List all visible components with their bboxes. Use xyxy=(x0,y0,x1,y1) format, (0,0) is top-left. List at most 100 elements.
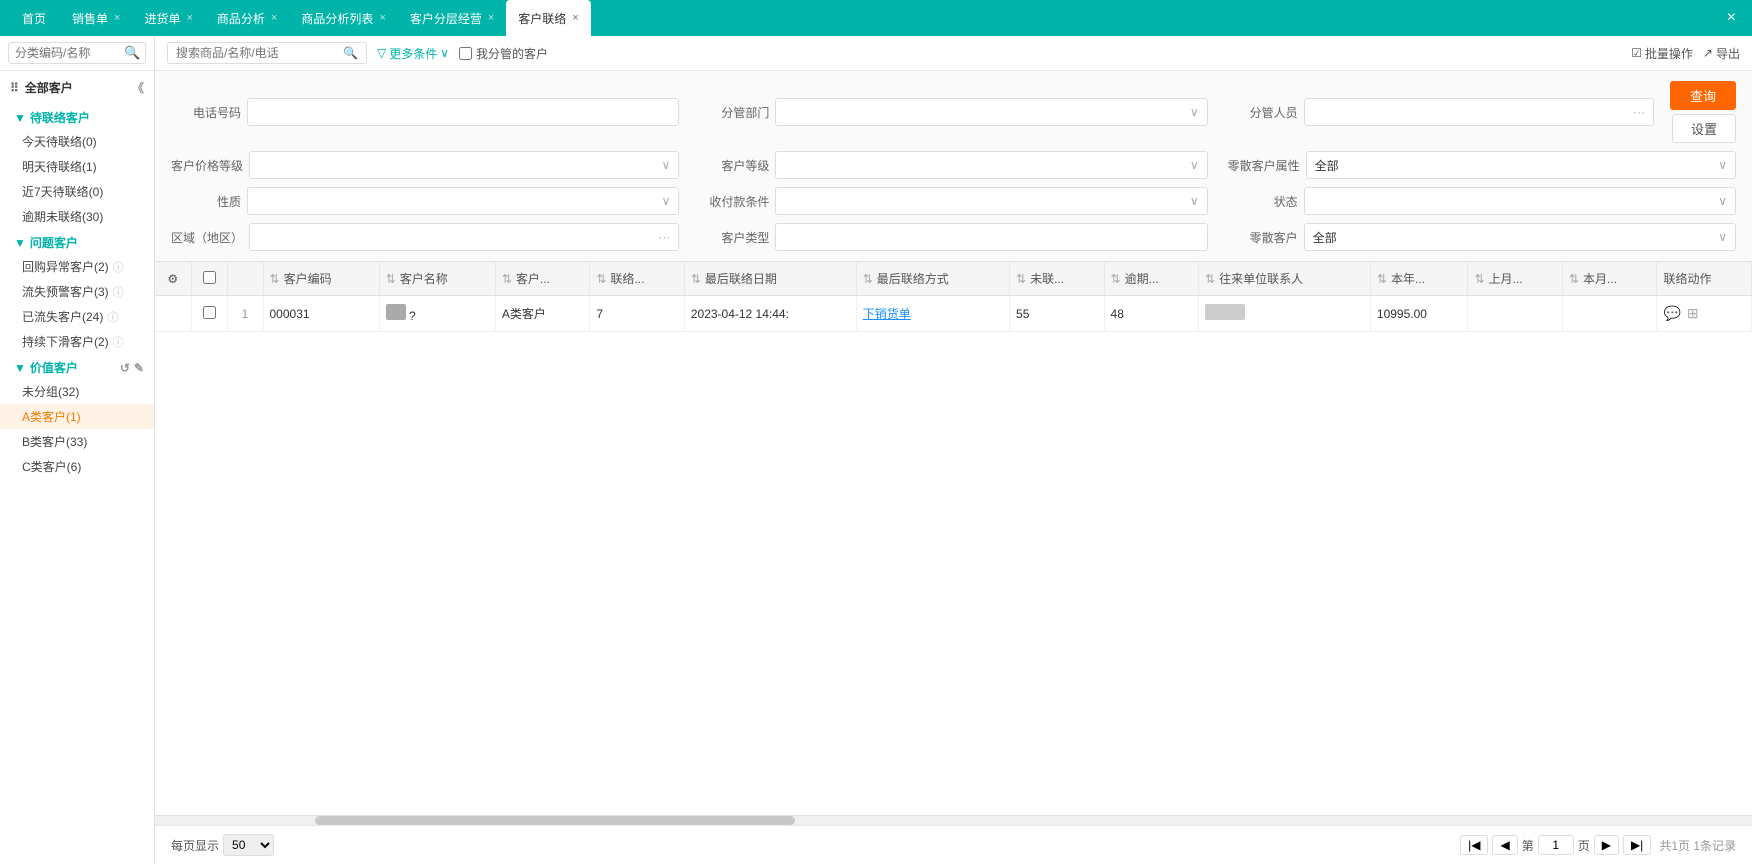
sidebar-item-declining[interactable]: 持续下滑客户(2) ⓘ xyxy=(0,329,154,354)
more-conditions-button[interactable]: ▽ 更多条件 ∨ xyxy=(377,45,449,62)
my-customers-checkbox[interactable]: 我分管的客户 xyxy=(459,45,548,62)
filter-input-payment[interactable]: ∨ xyxy=(775,187,1207,215)
tab-customer-contact-close[interactable]: × xyxy=(572,12,578,24)
sort-icon-contact[interactable]: ⇅ xyxy=(596,272,606,286)
chevron-icon-8: ∨ xyxy=(1718,230,1727,244)
export-button[interactable]: ↗ 导出 xyxy=(1703,45,1740,62)
sidebar-item-churn-warning[interactable]: 流失预警客户(3) ⓘ xyxy=(0,279,154,304)
sort-icon-code[interactable]: ⇅ xyxy=(270,272,280,286)
horizontal-scrollbar[interactable] xyxy=(155,815,1752,825)
filter-input-phone[interactable] xyxy=(247,98,679,126)
row-checkbox-cell[interactable] xyxy=(191,296,227,332)
tab-sales[interactable]: 销售单 × xyxy=(60,0,132,36)
sidebar-item-overdue[interactable]: 逾期未联络(30) xyxy=(0,204,154,229)
sidebar-item-today[interactable]: 今天待联络(0) xyxy=(0,129,154,154)
tab-customer-contact[interactable]: 客户联络 × xyxy=(506,0,590,36)
query-button[interactable]: 查询 xyxy=(1670,81,1736,110)
sort-icon-type[interactable]: ⇅ xyxy=(502,272,512,286)
sort-icon-overdue[interactable]: ⇅ xyxy=(1111,272,1121,286)
scrollbar-thumb[interactable] xyxy=(315,816,795,825)
sort-icon-last-date[interactable]: ⇅ xyxy=(691,272,701,286)
sidebar-item-repurchase-abnormal[interactable]: 回购异常客户(2) ⓘ xyxy=(0,254,154,279)
tab-analysis[interactable]: 商品分析 × xyxy=(205,0,289,36)
sort-icon-last-month[interactable]: ⇅ xyxy=(1474,272,1484,286)
sort-icon-unit[interactable]: ⇅ xyxy=(1205,272,1215,286)
total-records-label: 共1页 1条记录 xyxy=(1659,837,1736,854)
last-method-link[interactable]: 下销货单 xyxy=(863,307,911,321)
col-type-label: 客户... xyxy=(516,272,550,286)
sidebar-item-unclassified-label: 未分组(32) xyxy=(22,383,79,400)
sort-icon-year[interactable]: ⇅ xyxy=(1377,272,1387,286)
select-all-checkbox[interactable] xyxy=(203,271,216,284)
filter-input-region[interactable]: ··· xyxy=(249,223,679,251)
filter-label-payment: 收付款条件 xyxy=(699,193,769,210)
sort-icon-last-method[interactable]: ⇅ xyxy=(863,272,873,286)
page-end-label: 页 xyxy=(1578,837,1590,854)
filter-input-scattered[interactable]: 全部 ∨ xyxy=(1304,223,1736,251)
sidebar-all-customers[interactable]: ⠿ 全部客户 《 xyxy=(0,71,154,104)
tab-analysis-close[interactable]: × xyxy=(271,12,277,24)
col-checkbox[interactable] xyxy=(191,262,227,296)
filter-input-nature[interactable]: ∨ xyxy=(247,187,679,215)
page-size-dropdown[interactable]: 50 100 200 xyxy=(223,834,274,856)
first-page-button[interactable]: |◀ xyxy=(1460,835,1488,855)
tab-customer-tier-close[interactable]: × xyxy=(488,12,494,24)
qr-icon[interactable]: ⊞ xyxy=(1687,305,1699,322)
edit-icon[interactable]: ✎ xyxy=(134,361,144,375)
col-last-method: ⇅最后联络方式 xyxy=(856,262,1009,296)
filter-input-customer-grade[interactable]: ∨ xyxy=(775,151,1207,179)
filter-input-price-grade[interactable]: ∨ xyxy=(249,151,679,179)
sidebar-item-churned[interactable]: 已流失客户(24) ⓘ xyxy=(0,304,154,329)
scattered-attr-value: 全部 xyxy=(1315,157,1339,174)
col-unit-contact-label: 往来单位联系人 xyxy=(1219,272,1303,286)
sidebar-group-value[interactable]: ▼ 价值客户 ↺ ✎ xyxy=(0,354,154,379)
filter-input-dept[interactable]: ∨ xyxy=(775,98,1207,126)
filter-input-scattered-attr[interactable]: 全部 ∨ xyxy=(1306,151,1736,179)
window-close-button[interactable]: × xyxy=(1719,9,1744,27)
batch-op-button[interactable]: ☑ 批量操作 xyxy=(1631,45,1693,62)
sidebar-item-c-class[interactable]: C类客户(6) xyxy=(0,454,154,479)
filter-search-input[interactable] xyxy=(176,46,343,60)
last-page-button[interactable]: ▶| xyxy=(1623,835,1651,855)
prev-page-button[interactable]: ◀ xyxy=(1492,835,1517,855)
content-area: 🔍 ▽ 更多条件 ∨ 我分管的客户 ☑ 批量操作 ↗ 导出 xyxy=(155,36,1752,864)
filter-input-person[interactable]: ··· xyxy=(1304,98,1654,126)
sidebar-item-b-class[interactable]: B类客户(33) xyxy=(0,429,154,454)
tab-purchase-close[interactable]: × xyxy=(186,12,192,24)
filter-search-container: 🔍 xyxy=(167,42,367,64)
my-customers-input[interactable] xyxy=(459,47,472,60)
chat-icon[interactable]: 💬 xyxy=(1663,305,1680,322)
filter-label-customer-grade: 客户等级 xyxy=(699,157,769,174)
page-size-select: 每页显示 50 100 200 xyxy=(171,834,274,856)
filter-input-status[interactable]: ∨ xyxy=(1304,187,1736,215)
col-gear[interactable]: ⚙ xyxy=(155,262,191,296)
tab-analysis-list[interactable]: 商品分析列表 × xyxy=(289,0,397,36)
tab-sales-close[interactable]: × xyxy=(114,12,120,24)
tab-purchase[interactable]: 进货单 × xyxy=(132,0,204,36)
sidebar-item-a-class[interactable]: A类客户(1) xyxy=(0,404,154,429)
filter-input-customer-type[interactable] xyxy=(775,223,1207,251)
row-checkbox[interactable] xyxy=(203,306,216,319)
filter-row-scattered-attr: 零散客户属性 全部 ∨ xyxy=(1228,151,1736,179)
sidebar-group-problem[interactable]: ▼ 问题客户 xyxy=(0,229,154,254)
sort-icon-this-month[interactable]: ⇅ xyxy=(1569,272,1579,286)
sort-icon-name[interactable]: ⇅ xyxy=(386,272,396,286)
sidebar-group-pending[interactable]: ▼ 待联络客户 xyxy=(0,104,154,129)
row-last-method-cell[interactable]: 下销货单 xyxy=(856,296,1009,332)
sidebar-search-container: 🔍 xyxy=(0,36,154,71)
settings-button[interactable]: 设置 xyxy=(1672,114,1736,143)
tab-analysis-list-close[interactable]: × xyxy=(379,12,385,24)
chevron-icon-2: ∨ xyxy=(662,158,671,172)
sidebar-item-tomorrow[interactable]: 明天待联络(1) xyxy=(0,154,154,179)
sort-icon-no-contact[interactable]: ⇅ xyxy=(1016,272,1026,286)
sidebar-item-declining-label: 持续下滑客户(2) xyxy=(22,333,109,350)
filter-label-scattered: 零散客户 xyxy=(1228,229,1298,246)
sidebar-item-7days[interactable]: 近7天待联络(0) xyxy=(0,179,154,204)
refresh-icon[interactable]: ↺ xyxy=(120,361,130,375)
next-page-button[interactable]: ▶ xyxy=(1594,835,1619,855)
sidebar-item-unclassified[interactable]: 未分组(32) xyxy=(0,379,154,404)
sidebar-group-value-label: 价值客户 xyxy=(30,359,78,376)
tab-home[interactable]: 首页 xyxy=(8,0,60,36)
page-number-input[interactable] xyxy=(1538,835,1574,855)
tab-customer-tier[interactable]: 客户分层经营 × xyxy=(398,0,506,36)
